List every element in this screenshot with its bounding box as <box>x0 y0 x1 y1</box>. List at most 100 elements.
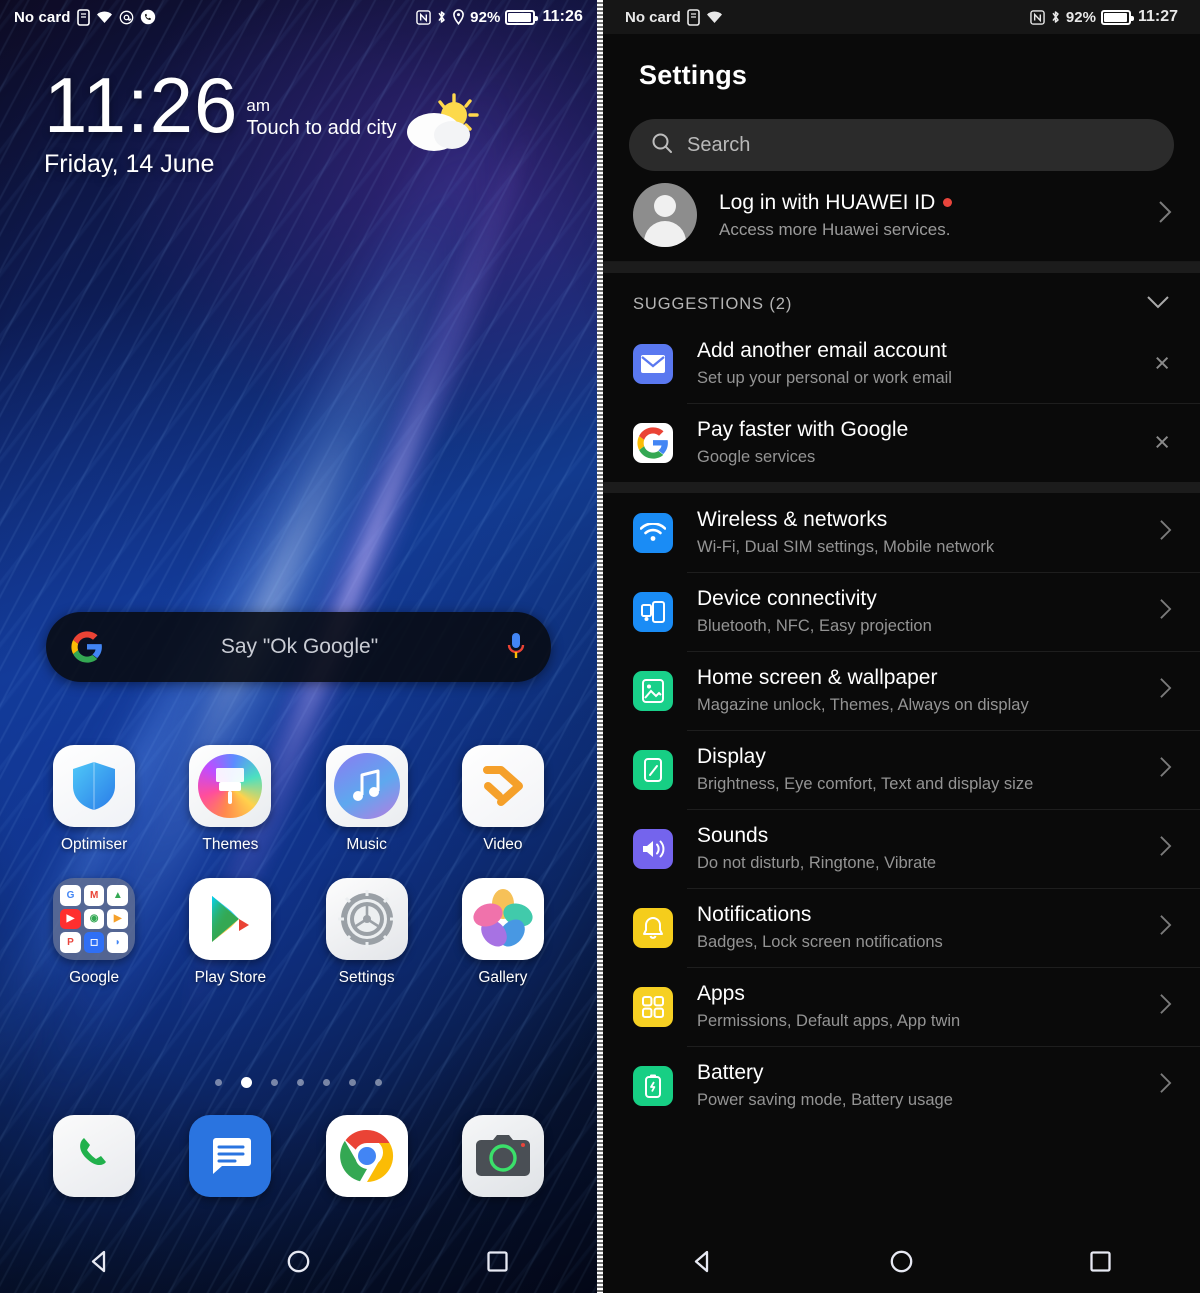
settings-row-title: Notifications <box>697 903 812 926</box>
chevron-right-icon <box>1159 596 1178 627</box>
search-input[interactable]: Search <box>629 119 1174 171</box>
app-video[interactable]: Video <box>450 745 556 854</box>
page-dot[interactable] <box>215 1079 222 1086</box>
recents-square-icon[interactable] <box>1066 1250 1136 1273</box>
settings-navigation-bar <box>603 1230 1200 1293</box>
settings-row-sounds[interactable]: Sounds Do not disturb, Ringtone, Vibrate <box>603 809 1200 888</box>
settings-row-display[interactable]: Display Brightness, Eye comfort, Text an… <box>603 730 1200 809</box>
settings-row-notifications[interactable]: Notifications Badges, Lock screen notifi… <box>603 888 1200 967</box>
huawei-id-row[interactable]: Log in with HUAWEI ID Access more Huawei… <box>603 171 1200 262</box>
wifi-icon <box>706 10 723 24</box>
app-label: Themes <box>202 836 259 853</box>
settings-row-title: Battery <box>697 1061 764 1084</box>
settings-row-subtitle: Badges, Lock screen notifications <box>697 933 943 951</box>
sim-card-icon <box>76 8 90 26</box>
settings-row-title: Apps <box>697 982 745 1005</box>
phone-handset-icon <box>53 1115 136 1197</box>
page-dot-active[interactable] <box>241 1077 252 1088</box>
wifi-icon <box>633 512 673 553</box>
home-circle-icon[interactable] <box>867 1249 937 1274</box>
app-themes[interactable]: Themes <box>177 745 283 854</box>
settings-gear-icon <box>325 878 408 960</box>
page-dot[interactable] <box>271 1079 278 1086</box>
settings-row-subtitle: Permissions, Default apps, App twin <box>697 1012 961 1030</box>
bluetooth-icon <box>436 9 447 25</box>
battery-icon <box>633 1065 673 1106</box>
battery-percent-label: 92% <box>470 8 501 26</box>
page-dot[interactable] <box>349 1079 356 1086</box>
clock-ampm: am <box>246 96 271 115</box>
home-screen-panel: No card 92% 11:26 11:26 am Touch to add … <box>0 0 597 1293</box>
close-icon[interactable]: × <box>1146 348 1178 379</box>
google-search-bar[interactable]: Say "Ok Google" <box>46 612 551 682</box>
dual-phone-screenshot: No card 92% 11:26 11:26 am Touch to add … <box>0 0 1200 1293</box>
chrome-icon <box>325 1115 408 1197</box>
settings-row-wireless-networks[interactable]: Wireless & networks Wi-Fi, Dual SIM sett… <box>603 493 1200 572</box>
apps-grid-icon <box>633 986 673 1027</box>
partly-cloudy-icon <box>400 92 480 156</box>
app-settings[interactable]: Settings <box>314 878 420 987</box>
google-g-icon <box>633 422 673 463</box>
clock-date: Friday, 14 June <box>44 150 215 178</box>
chevron-right-icon <box>1159 912 1178 943</box>
settings-row-battery[interactable]: Battery Power saving mode, Battery usage <box>603 1046 1200 1125</box>
dock-messages[interactable] <box>177 1115 283 1197</box>
battery-icon <box>1100 9 1134 25</box>
back-triangle-icon[interactable] <box>668 1249 738 1274</box>
optimiser-shield-icon <box>53 745 136 827</box>
section-divider <box>603 262 1200 273</box>
app-grid: Optimiser Themes Music Video G M ▲ ▶ ◉ ▶… <box>0 745 597 1011</box>
suggestion-row-google-pay[interactable]: Pay faster with Google Google services × <box>603 403 1200 482</box>
close-icon[interactable]: × <box>1146 427 1178 458</box>
location-icon <box>452 9 465 25</box>
bell-icon <box>633 907 673 948</box>
dock-phone[interactable] <box>41 1115 147 1197</box>
clock-widget[interactable]: 11:26 am Touch to add city Friday, 14 Ju… <box>44 66 397 179</box>
page-dot[interactable] <box>375 1079 382 1086</box>
app-folder-google[interactable]: G M ▲ ▶ ◉ ▶ P ◻ ◗ Google <box>41 878 147 987</box>
settings-row-device-connectivity[interactable]: Device connectivity Bluetooth, NFC, Easy… <box>603 572 1200 651</box>
settings-menu-list: Wireless & networks Wi-Fi, Dual SIM sett… <box>603 493 1200 1125</box>
speaker-volume-icon <box>633 828 673 869</box>
add-city-hint[interactable]: Touch to add city <box>246 116 396 140</box>
sim-card-icon <box>687 8 700 26</box>
default-avatar-icon <box>633 183 697 247</box>
email-at-icon <box>119 10 134 25</box>
page-dot[interactable] <box>323 1079 330 1086</box>
app-optimiser[interactable]: Optimiser <box>41 745 147 854</box>
messages-bubble-icon <box>189 1115 272 1197</box>
microphone-icon[interactable] <box>505 630 527 664</box>
app-label: Video <box>483 836 523 853</box>
back-triangle-icon[interactable] <box>65 1249 135 1274</box>
settings-row-subtitle: Do not disturb, Ringtone, Vibrate <box>697 854 937 872</box>
app-label: Play Store <box>194 969 267 986</box>
chevron-right-icon <box>1159 833 1178 864</box>
app-row-2: G M ▲ ▶ ◉ ▶ P ◻ ◗ Google Play Store Sett… <box>0 878 597 987</box>
settings-row-title: Display <box>697 745 766 768</box>
settings-row-apps[interactable]: Apps Permissions, Default apps, App twin <box>603 967 1200 1046</box>
email-envelope-icon <box>633 343 673 384</box>
chevron-down-icon[interactable] <box>1146 295 1170 314</box>
dock-chrome[interactable] <box>314 1115 420 1197</box>
page-indicator[interactable] <box>0 1077 597 1088</box>
dock-camera[interactable] <box>450 1115 556 1197</box>
page-dot[interactable] <box>297 1079 304 1086</box>
status-clock: 11:27 <box>1137 8 1178 25</box>
app-play-store[interactable]: Play Store <box>177 878 283 987</box>
settings-row-subtitle: Wi-Fi, Dual SIM settings, Mobile network <box>697 538 995 556</box>
home-circle-icon[interactable] <box>264 1249 334 1274</box>
app-music[interactable]: Music <box>314 745 420 854</box>
chevron-right-icon <box>1159 517 1178 548</box>
settings-row-title: Home screen & wallpaper <box>697 666 938 689</box>
recents-square-icon[interactable] <box>463 1250 533 1273</box>
settings-row-subtitle: Power saving mode, Battery usage <box>697 1091 953 1109</box>
suggestions-header[interactable]: SUGGESTIONS (2) <box>603 273 1200 324</box>
app-gallery[interactable]: Gallery <box>450 878 556 987</box>
settings-row-title: Device connectivity <box>697 587 877 610</box>
battery-icon <box>505 9 539 25</box>
suggestion-row-email[interactable]: Add another email account Set up your pe… <box>603 324 1200 403</box>
app-label: Settings <box>338 969 395 986</box>
settings-row-home-screen-wallpaper[interactable]: Home screen & wallpaper Magazine unlock,… <box>603 651 1200 730</box>
app-label: Google <box>69 969 120 986</box>
battery-percent-label: 92% <box>1065 8 1096 26</box>
